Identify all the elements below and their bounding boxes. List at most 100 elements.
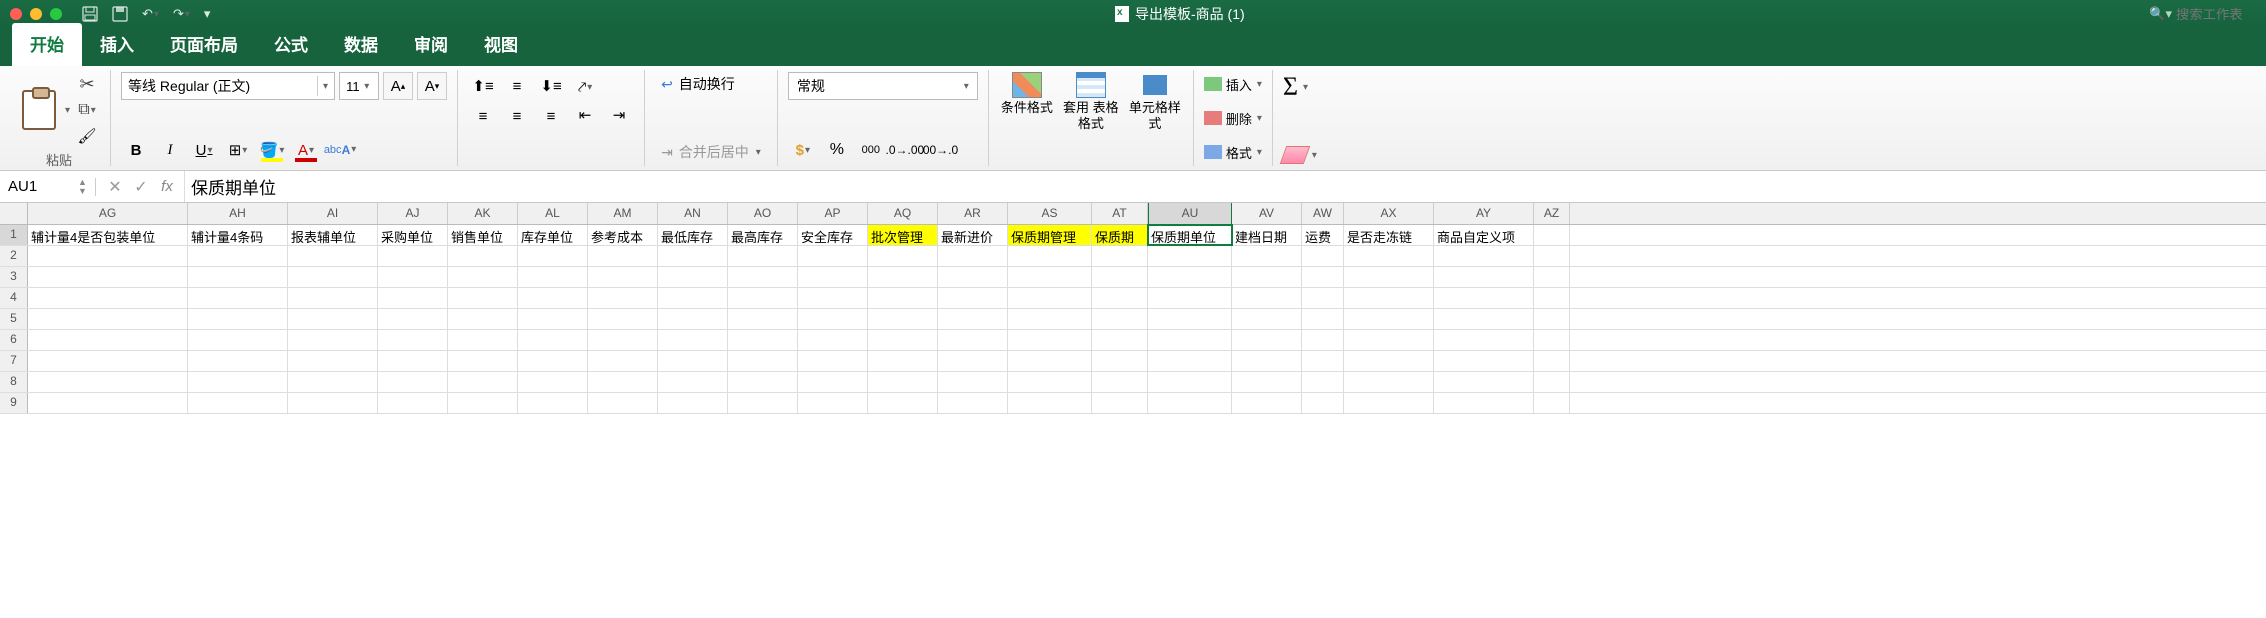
- name-box[interactable]: [0, 171, 78, 202]
- align-middle-button[interactable]: ≡: [502, 72, 532, 100]
- cell-AT2[interactable]: [1092, 246, 1148, 266]
- cell-AL3[interactable]: [518, 267, 588, 287]
- cell-AL4[interactable]: [518, 288, 588, 308]
- cell-AS8[interactable]: [1008, 372, 1092, 392]
- cell-AY3[interactable]: [1434, 267, 1534, 287]
- cell-AQ7[interactable]: [868, 351, 938, 371]
- italic-button[interactable]: I: [155, 136, 185, 164]
- cell-AH2[interactable]: [188, 246, 288, 266]
- cell-AY5[interactable]: [1434, 309, 1534, 329]
- cell-AW3[interactable]: [1302, 267, 1344, 287]
- cell-AK3[interactable]: [448, 267, 518, 287]
- close-window-icon[interactable]: [10, 8, 22, 20]
- cell-AH6[interactable]: [188, 330, 288, 350]
- cell-AX8[interactable]: [1344, 372, 1434, 392]
- cell-AX5[interactable]: [1344, 309, 1434, 329]
- cell-AT4[interactable]: [1092, 288, 1148, 308]
- cell-AN9[interactable]: [658, 393, 728, 413]
- font-name-select[interactable]: 等线 Regular (正文)▾: [121, 72, 335, 100]
- name-box-spinner[interactable]: ▲▼: [78, 178, 96, 196]
- cell-AM2[interactable]: [588, 246, 658, 266]
- col-header-AQ[interactable]: AQ: [868, 203, 938, 224]
- col-header-AL[interactable]: AL: [518, 203, 588, 224]
- cell-AU5[interactable]: [1148, 309, 1232, 329]
- cell-AN4[interactable]: [658, 288, 728, 308]
- fx-icon[interactable]: fx: [154, 178, 180, 195]
- cell-AQ6[interactable]: [868, 330, 938, 350]
- cell-AT3[interactable]: [1092, 267, 1148, 287]
- cell-AK7[interactable]: [448, 351, 518, 371]
- cell-AV8[interactable]: [1232, 372, 1302, 392]
- cut-button[interactable]: [74, 72, 100, 96]
- cell-AZ3[interactable]: [1534, 267, 1570, 287]
- tab-页面布局[interactable]: 页面布局: [152, 23, 256, 66]
- cell-AK8[interactable]: [448, 372, 518, 392]
- increase-decimal-button[interactable]: .0→.00: [890, 136, 920, 164]
- cell-AI2[interactable]: [288, 246, 378, 266]
- cell-AV6[interactable]: [1232, 330, 1302, 350]
- cell-AS2[interactable]: [1008, 246, 1092, 266]
- col-header-AR[interactable]: AR: [938, 203, 1008, 224]
- cell-AG2[interactable]: [28, 246, 188, 266]
- increase-font-button[interactable]: A▴: [383, 72, 413, 100]
- row-header-1[interactable]: 1: [0, 225, 28, 245]
- paste-dropdown-icon[interactable]: ▾: [65, 105, 70, 116]
- align-bottom-button[interactable]: ⬇≡: [536, 72, 566, 100]
- cell-AV2[interactable]: [1232, 246, 1302, 266]
- cell-AM6[interactable]: [588, 330, 658, 350]
- cell-AK4[interactable]: [448, 288, 518, 308]
- cell-AG4[interactable]: [28, 288, 188, 308]
- col-header-AG[interactable]: AG: [28, 203, 188, 224]
- border-button[interactable]: ⊞▾: [223, 136, 253, 164]
- cell-AX3[interactable]: [1344, 267, 1434, 287]
- conditional-format-button[interactable]: 条件格式: [999, 72, 1055, 116]
- cell-AK1[interactable]: 销售单位: [448, 225, 518, 245]
- cell-AY9[interactable]: [1434, 393, 1534, 413]
- cell-AT1[interactable]: 保质期: [1092, 225, 1148, 245]
- merge-center-button[interactable]: 合并后居中▾: [655, 140, 767, 164]
- cell-AL5[interactable]: [518, 309, 588, 329]
- cell-AZ8[interactable]: [1534, 372, 1570, 392]
- decrease-indent-button[interactable]: ⇤: [570, 101, 600, 129]
- cell-AQ2[interactable]: [868, 246, 938, 266]
- cell-AS5[interactable]: [1008, 309, 1092, 329]
- copy-button[interactable]: ▾: [74, 98, 100, 122]
- row-header-8[interactable]: 8: [0, 372, 28, 392]
- cell-AY6[interactable]: [1434, 330, 1534, 350]
- cell-AS6[interactable]: [1008, 330, 1092, 350]
- cell-AH9[interactable]: [188, 393, 288, 413]
- cell-AO8[interactable]: [728, 372, 798, 392]
- save-fast-icon[interactable]: [82, 6, 98, 22]
- cell-AW2[interactable]: [1302, 246, 1344, 266]
- cell-AJ7[interactable]: [378, 351, 448, 371]
- currency-button[interactable]: ▾: [788, 136, 818, 164]
- cell-AM4[interactable]: [588, 288, 658, 308]
- cell-AR6[interactable]: [938, 330, 1008, 350]
- row-header-5[interactable]: 5: [0, 309, 28, 329]
- cell-AX2[interactable]: [1344, 246, 1434, 266]
- cell-AV5[interactable]: [1232, 309, 1302, 329]
- cell-AQ9[interactable]: [868, 393, 938, 413]
- cell-AJ8[interactable]: [378, 372, 448, 392]
- cell-AG9[interactable]: [28, 393, 188, 413]
- cell-AL1[interactable]: 库存单位: [518, 225, 588, 245]
- undo-icon[interactable]: ↶ ▾: [142, 6, 159, 22]
- cell-AT8[interactable]: [1092, 372, 1148, 392]
- cell-AU4[interactable]: [1148, 288, 1232, 308]
- cell-AP4[interactable]: [798, 288, 868, 308]
- cell-AS3[interactable]: [1008, 267, 1092, 287]
- cell-AL7[interactable]: [518, 351, 588, 371]
- row-header-3[interactable]: 3: [0, 267, 28, 287]
- cell-AQ1[interactable]: 批次管理: [868, 225, 938, 245]
- cell-AO2[interactable]: [728, 246, 798, 266]
- cell-AR4[interactable]: [938, 288, 1008, 308]
- cell-AY7[interactable]: [1434, 351, 1534, 371]
- cell-AN7[interactable]: [658, 351, 728, 371]
- cell-AU6[interactable]: [1148, 330, 1232, 350]
- phonetic-button[interactable]: abcA▾: [325, 136, 355, 164]
- cell-AI9[interactable]: [288, 393, 378, 413]
- cell-AR2[interactable]: [938, 246, 1008, 266]
- cell-AG1[interactable]: 辅计量4是否包装单位: [28, 225, 188, 245]
- cell-AZ7[interactable]: [1534, 351, 1570, 371]
- cell-AX7[interactable]: [1344, 351, 1434, 371]
